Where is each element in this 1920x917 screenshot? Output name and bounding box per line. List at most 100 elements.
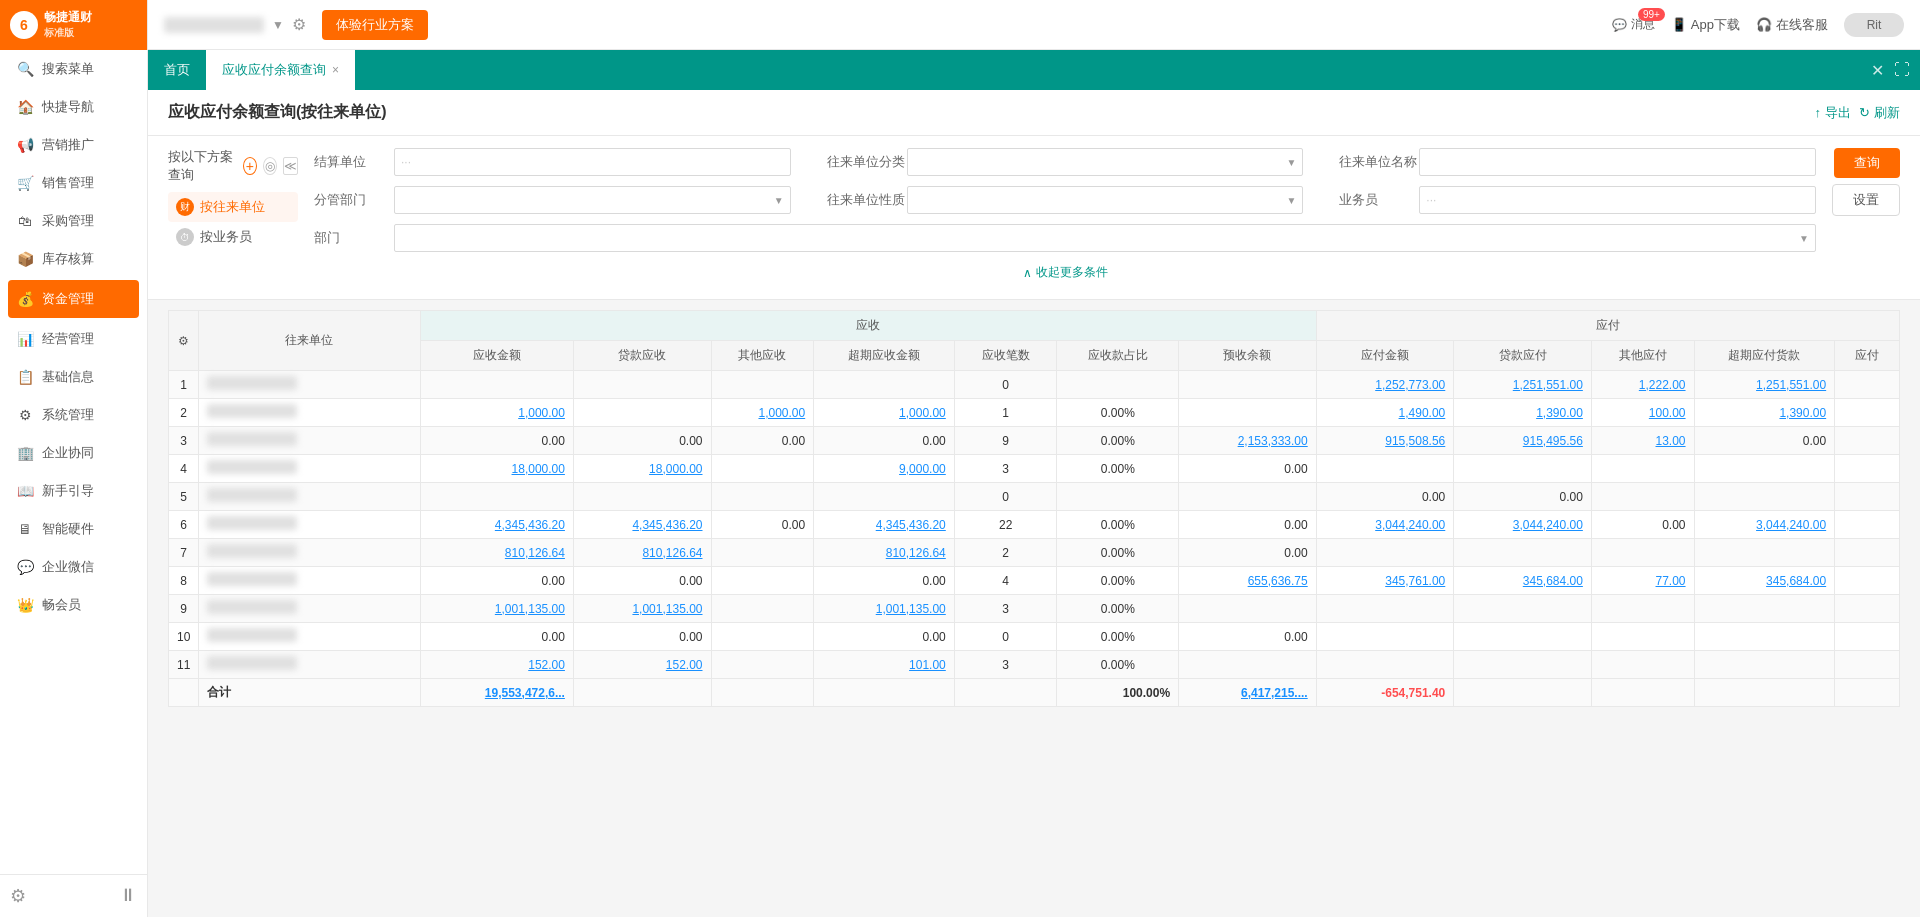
topbar-right: 💬 消息 99+ 📱 App下载 🎧 在线客服 Rit xyxy=(1612,13,1904,37)
footer-settings-btn[interactable]: ⚙ xyxy=(10,885,26,907)
messages-btn[interactable]: 💬 消息 99+ xyxy=(1612,16,1655,33)
row-ap-amount[interactable]: 1,490.00 xyxy=(1316,399,1454,427)
row-ar-loan[interactable]: 18,000.00 xyxy=(573,455,711,483)
partner-nature-input[interactable]: ▼ xyxy=(907,186,1304,214)
sidebar-item-enterprise[interactable]: 🏢 企业协同 xyxy=(0,434,147,472)
sidebar-item-quick-nav[interactable]: 🏠 快捷导航 xyxy=(0,88,147,126)
row-ap-loan[interactable]: 345,684.00 xyxy=(1454,567,1592,595)
row-ap-amount: 0.00 xyxy=(1316,483,1454,511)
row-ap-other xyxy=(1591,539,1694,567)
row-ar-overdue[interactable]: 101.00 xyxy=(814,651,955,679)
sidebar-item-inventory[interactable]: 📦 库存核算 xyxy=(0,240,147,278)
col-settings-header[interactable]: ⚙ xyxy=(169,311,199,371)
row-ap-amount[interactable]: 3,044,240.00 xyxy=(1316,511,1454,539)
dept-input[interactable]: ▼ xyxy=(394,186,791,214)
row-ap-tail xyxy=(1835,651,1900,679)
collapse-conditions-btn[interactable]: ∧ 收起更多条件 xyxy=(1023,258,1108,287)
export-btn[interactable]: ↑ 导出 xyxy=(1815,104,1852,122)
field-department: 部门 ▼ xyxy=(314,224,1816,252)
online-service-btn[interactable]: 🎧 在线客服 xyxy=(1756,16,1828,34)
tab-ar-ap-balance[interactable]: 应收应付余额查询 × xyxy=(206,50,355,90)
row-ar-amount[interactable]: 1,000.00 xyxy=(420,399,573,427)
row-ar-overdue[interactable]: 9,000.00 xyxy=(814,455,955,483)
sidebar-item-smart-hw[interactable]: 🖥 智能硬件 xyxy=(0,510,147,548)
topbar-gear-btn[interactable]: ⚙ xyxy=(292,15,306,34)
row-ap-overdue[interactable]: 1,251,551.00 xyxy=(1694,371,1835,399)
sidebar-item-basic-info[interactable]: 📋 基础信息 xyxy=(0,358,147,396)
row-ap-other[interactable]: 77.00 xyxy=(1591,567,1694,595)
scheme-item-by-unit[interactable]: 财 按往来单位 xyxy=(168,192,298,222)
more-scheme-btn[interactable]: ≪ xyxy=(283,157,298,175)
row-ap-loan[interactable]: 1,251,551.00 xyxy=(1454,371,1592,399)
app-download-btn[interactable]: 📱 App下载 xyxy=(1671,16,1740,34)
row-ap-overdue[interactable]: 345,684.00 xyxy=(1694,567,1835,595)
row-ar-loan[interactable]: 4,345,436.20 xyxy=(573,511,711,539)
sidebar-item-sales[interactable]: 🛒 销售管理 xyxy=(0,164,147,202)
row-ap-overdue[interactable]: 3,044,240.00 xyxy=(1694,511,1835,539)
row-ar-loan[interactable]: 810,126.64 xyxy=(573,539,711,567)
total-ar-amount-cell[interactable]: 19,553,472,6... xyxy=(420,679,573,707)
row-ar-overdue[interactable]: 810,126.64 xyxy=(814,539,955,567)
row-ar-amount[interactable]: 18,000.00 xyxy=(420,455,573,483)
refresh-btn[interactable]: ↻ 刷新 xyxy=(1859,104,1900,122)
row-ar-amount[interactable]: 152.00 xyxy=(420,651,573,679)
row-ar-amount[interactable]: 1,001,135.00 xyxy=(420,595,573,623)
row-partner-name xyxy=(199,427,420,455)
add-scheme-btn[interactable]: + xyxy=(243,157,257,175)
row-partner-name xyxy=(199,651,420,679)
row-ap-other[interactable]: 100.00 xyxy=(1591,399,1694,427)
jiesuan-unit-input[interactable]: ··· xyxy=(394,148,791,176)
row-ap-amount[interactable]: 345,761.00 xyxy=(1316,567,1454,595)
row-ar-loan: 0.00 xyxy=(573,623,711,651)
row-ar-amount[interactable]: 810,126.64 xyxy=(420,539,573,567)
row-ar-overdue[interactable]: 1,001,135.00 xyxy=(814,595,955,623)
row-prepay[interactable]: 2,153,333.00 xyxy=(1179,427,1317,455)
sidebar-item-purchase[interactable]: 🛍 采购管理 xyxy=(0,202,147,240)
sidebar-item-system[interactable]: ⚙ 系统管理 xyxy=(0,396,147,434)
row-ar-amount[interactable]: 4,345,436.20 xyxy=(420,511,573,539)
sidebar-item-marketing[interactable]: 📢 营销推广 xyxy=(0,126,147,164)
row-ap-amount[interactable]: 915,508.56 xyxy=(1316,427,1454,455)
footer-collapse-btn[interactable]: ⏸ xyxy=(119,885,137,907)
partner-name-input[interactable] xyxy=(1419,148,1816,176)
row-ap-overdue[interactable]: 1,390.00 xyxy=(1694,399,1835,427)
sidebar-item-search-menu[interactable]: 🔍 搜索菜单 xyxy=(0,50,147,88)
company-name xyxy=(164,17,264,33)
row-ar-other: 0.00 xyxy=(711,511,814,539)
row-ar-overdue[interactable]: 4,345,436.20 xyxy=(814,511,955,539)
row-ap-other[interactable]: 13.00 xyxy=(1591,427,1694,455)
row-ap-loan[interactable]: 1,390.00 xyxy=(1454,399,1592,427)
salesman-input[interactable]: ··· xyxy=(1419,186,1816,214)
tab-close-window-btn[interactable]: ✕ xyxy=(1871,61,1884,80)
sidebar-item-operations[interactable]: 📊 经营管理 xyxy=(0,320,147,358)
row-prepay[interactable]: 655,636.75 xyxy=(1179,567,1317,595)
partner-category-input[interactable]: ▼ xyxy=(907,148,1304,176)
sidebar-item-finance[interactable]: 💰 资金管理 xyxy=(8,280,139,318)
edit-scheme-btn[interactable]: ◎ xyxy=(263,157,277,175)
row-ap-loan[interactable]: 3,044,240.00 xyxy=(1454,511,1592,539)
company-dropdown-btn[interactable]: ▼ xyxy=(272,18,284,32)
scheme-item-by-salesman[interactable]: ⏱ 按业务员 xyxy=(168,222,298,252)
row-ar-other[interactable]: 1,000.00 xyxy=(711,399,814,427)
sidebar-item-guide[interactable]: 📖 新手引导 xyxy=(0,472,147,510)
query-btn[interactable]: 查询 xyxy=(1834,148,1900,178)
tab-home[interactable]: 首页 xyxy=(148,50,206,90)
total-no-cell xyxy=(169,679,199,707)
sidebar-item-wechat[interactable]: 💬 企业微信 xyxy=(0,548,147,586)
row-ap-loan[interactable]: 915,495.56 xyxy=(1454,427,1592,455)
department-input[interactable]: ▼ xyxy=(394,224,1816,252)
row-ap-amount[interactable]: 1,252,773.00 xyxy=(1316,371,1454,399)
row-ap-other[interactable]: 1,222.00 xyxy=(1591,371,1694,399)
row-ar-loan: 0.00 xyxy=(573,567,711,595)
tab-close-btn[interactable]: × xyxy=(332,63,339,77)
sidebar-item-member[interactable]: 👑 畅会员 xyxy=(0,586,147,624)
settings-btn[interactable]: 设置 xyxy=(1832,184,1900,216)
row-number: 1 xyxy=(169,371,199,399)
user-avatar[interactable]: Rit xyxy=(1844,13,1904,37)
promo-button[interactable]: 体验行业方案 xyxy=(322,10,428,40)
row-ar-loan[interactable]: 152.00 xyxy=(573,651,711,679)
tab-maximize-btn[interactable]: ⛶ xyxy=(1894,61,1910,79)
row-ar-overdue[interactable]: 1,000.00 xyxy=(814,399,955,427)
row-ar-loan[interactable]: 1,001,135.00 xyxy=(573,595,711,623)
row-ap-amount xyxy=(1316,595,1454,623)
